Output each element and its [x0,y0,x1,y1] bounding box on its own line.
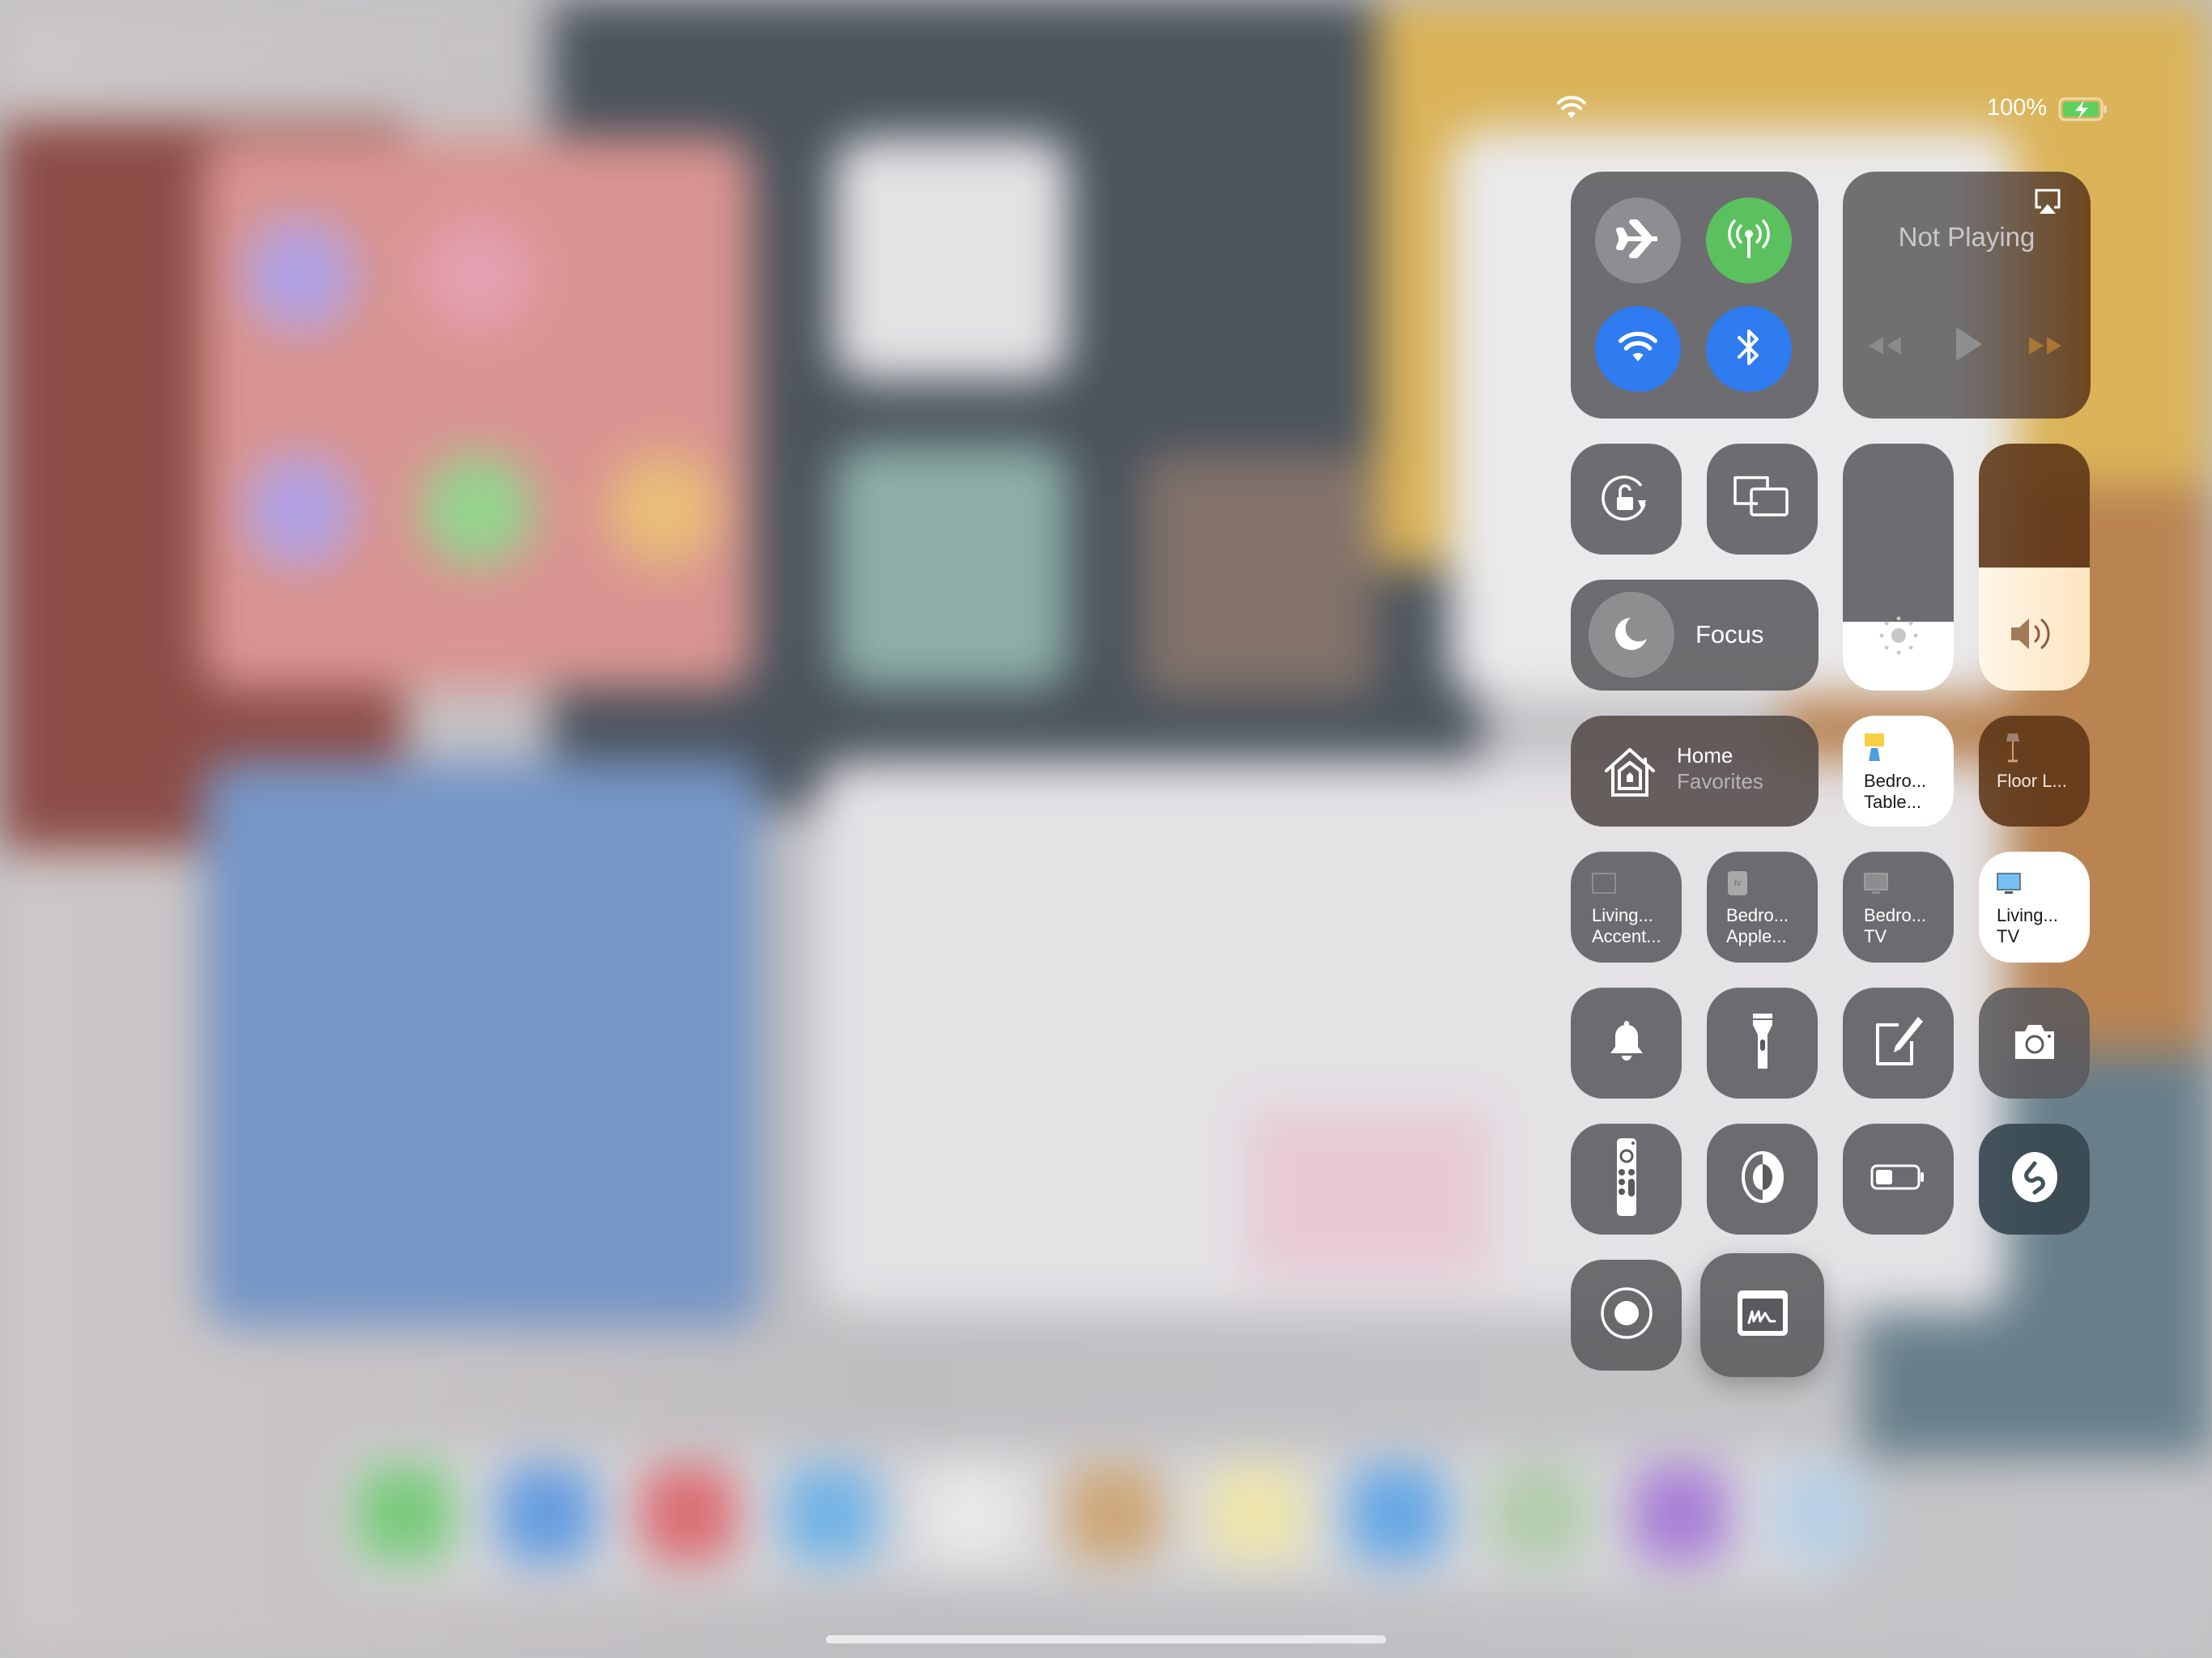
airplane-mode-toggle[interactable] [1595,198,1681,283]
screen-mirroring-button[interactable] [1707,444,1818,555]
accessory-bedroom-apple-tv[interactable]: tv Bedro... Apple... [1707,852,1818,963]
wifi-icon [1618,331,1658,368]
orientation-lock-icon [1597,468,1656,530]
accessory-bedroom-tv[interactable]: Bedro... TV [1843,852,1954,963]
home-title: Home [1677,743,1733,767]
sun-icon [1877,614,1921,661]
quick-note-button[interactable] [1843,988,1954,1099]
accessory-label: Bedro... [1864,905,1927,925]
home-indicator[interactable] [826,1635,1386,1643]
camera-icon [2012,1022,2057,1065]
fast-forward-icon[interactable] [2027,334,2065,362]
accessory-label: Table... [1864,792,1921,812]
table-lamp-icon [1864,733,1885,767]
home-favorites-button[interactable]: Home Favorites [1571,716,1819,827]
screen-recording-button[interactable] [1571,1260,1682,1371]
bell-icon [1609,1019,1644,1067]
screen-mirroring-icon [1730,473,1795,525]
quick-note-icon [1871,1014,1926,1073]
airplane-icon [1615,219,1661,263]
tv-icon [1997,873,2021,899]
focus-icon-circle [1589,592,1674,678]
apple-tv-remote-button[interactable] [1571,1124,1682,1235]
accessory-label: Bedro... [1726,905,1789,925]
silent-mode-button[interactable] [1571,988,1682,1099]
battery-percent: 100% [1987,95,2048,121]
accessory-bedroom-table-lamp[interactable]: Bedro... Table... [1843,716,1954,827]
orientation-lock-button[interactable] [1571,444,1682,555]
speaker-icon [2008,614,2060,658]
cellular-data-toggle[interactable] [1706,198,1792,283]
camera-button[interactable] [1979,988,2090,1099]
accessory-living-accent[interactable]: Living... Accent... [1571,852,1682,963]
volume-slider[interactable] [1979,444,2090,691]
home-icon [1603,746,1657,802]
screen-recording-icon [1600,1286,1653,1344]
flashlight-icon [1751,1012,1774,1074]
accessory-living-tv[interactable]: Living... TV [1979,852,2090,963]
focus-label: Focus [1695,620,1764,648]
play-icon[interactable] [1953,325,1984,367]
accessory-floor-lamp[interactable]: Floor L... [1979,716,2090,827]
low-power-mode-icon [1870,1163,1927,1196]
airplay-icon[interactable] [2034,188,2061,219]
apple-tv-remote-icon [1615,1137,1638,1222]
accessory-label: Apple... [1726,926,1787,946]
dark-mode-icon [1740,1150,1785,1208]
flashlight-button[interactable] [1707,988,1818,1099]
status-wifi-icon [1557,96,1586,124]
accessory-label: Accent... [1592,926,1661,946]
now-playing-title: Not Playing [1898,222,2035,252]
focus-button[interactable]: Focus [1571,580,1819,691]
light-strip-icon [1592,873,1616,898]
bluetooth-toggle[interactable] [1706,306,1792,392]
apple-tv-icon: tv [1728,871,1747,895]
accessory-label: TV [1997,926,2020,946]
dark-mode-button[interactable] [1707,1124,1818,1235]
battery-charging-icon [2058,97,2108,125]
wifi-toggle[interactable] [1595,306,1681,392]
accessory-label: TV [1864,926,1887,946]
floor-lamp-icon [2005,733,2021,767]
bluetooth-icon [1733,325,1765,374]
tv-icon [1864,873,1888,899]
accessory-label: Floor L... [1997,771,2067,791]
brightness-slider[interactable] [1843,444,1954,691]
moon-icon [1611,613,1652,657]
home-subtitle: Favorites [1677,769,1763,793]
connectivity-module [1571,172,1819,419]
low-power-mode-button[interactable] [1843,1124,1954,1235]
rewind-icon[interactable] [1865,334,1903,362]
instant-note-button[interactable] [1700,1253,1824,1377]
shazam-button[interactable] [1979,1124,2090,1235]
shazam-icon [2010,1150,2059,1208]
now-playing-module: Not Playing [1843,172,2091,419]
accessory-label: Bedro... [1864,771,1927,791]
accessory-label: Living... [1997,905,2058,925]
accessory-label: Living... [1592,905,1653,925]
instant-note-icon [1736,1289,1789,1341]
cellular-antenna-icon [1726,216,1772,266]
